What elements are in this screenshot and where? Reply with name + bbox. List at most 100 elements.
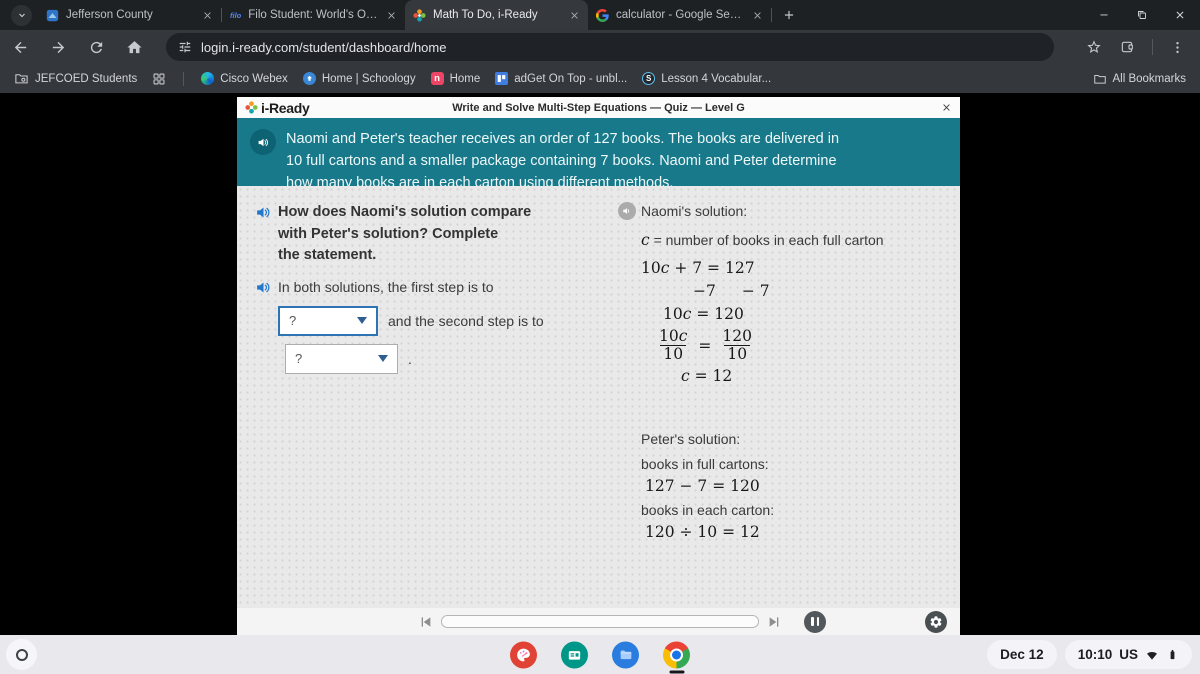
- files-app-button[interactable]: [612, 641, 639, 668]
- definition-text: = number of books in each full carton: [649, 232, 884, 248]
- problem-line: 10 full cartons and a smaller package co…: [286, 153, 837, 169]
- status-tray: Dec 12 10:10 US: [987, 640, 1192, 669]
- launcher-button[interactable]: [6, 639, 37, 670]
- forward-button[interactable]: [50, 39, 67, 56]
- iready-logo: i-Ready: [245, 99, 310, 116]
- bookmark-star-icon[interactable]: [1086, 39, 1102, 55]
- close-icon: [943, 104, 950, 111]
- tab-filo-student[interactable]: filo Filo Student: World's Only Live: [222, 0, 405, 30]
- bookmark-label: adGet On Top - unbl...: [514, 72, 628, 85]
- launcher-ring-icon: [15, 648, 28, 661]
- equation-line-4: 10c 10 = 120 10: [641, 327, 953, 364]
- tab-calculator-google[interactable]: calculator - Google Search: [588, 0, 771, 30]
- tab-title: calculator - Google Search: [616, 9, 745, 21]
- iready-frame: i-Ready Write and Solve Multi-Step Equat…: [237, 97, 960, 635]
- gear-icon: [930, 615, 942, 628]
- equals-sign: =: [698, 336, 712, 355]
- all-bookmarks-button[interactable]: All Bookmarks: [1093, 72, 1186, 86]
- naomi-audio-button[interactable]: [618, 202, 636, 220]
- canvas-app-button[interactable]: [510, 641, 537, 668]
- bookmark-cisco-webex[interactable]: Cisco Webex: [201, 72, 288, 85]
- s-circle-icon: S: [642, 72, 656, 85]
- stem-audio-button[interactable]: [255, 279, 272, 297]
- bookmark-adget[interactable]: adGet On Top - unbl...: [495, 72, 627, 85]
- progress-track[interactable]: [441, 615, 759, 628]
- question-prompt: How does Naomi's solution compare with P…: [278, 202, 531, 267]
- quiz-close-button[interactable]: [941, 102, 952, 113]
- skip-forward-button[interactable]: [767, 614, 783, 630]
- fraction-left: 10c 10: [659, 327, 688, 364]
- screen: Jefferson County filo Filo Student: Worl…: [0, 0, 1200, 674]
- new-tab-button[interactable]: [782, 8, 796, 22]
- lesson-player-bar: [237, 608, 960, 635]
- keyboard-region-text: US: [1119, 647, 1138, 662]
- restore-icon[interactable]: [1136, 9, 1148, 21]
- dropdown-row-1: ? and the second step is to: [278, 305, 605, 336]
- tab-close-icon[interactable]: [202, 10, 213, 21]
- answer-dropdown-2[interactable]: ?: [285, 343, 398, 374]
- speaker-icon: [257, 207, 270, 218]
- iready-header: i-Ready Write and Solve Multi-Step Equat…: [237, 97, 960, 118]
- tab-search-button[interactable]: [11, 4, 32, 26]
- reload-button[interactable]: [88, 39, 105, 56]
- tab-math-todo-iready[interactable]: Math To Do, i-Ready: [405, 0, 588, 30]
- extensions-icon[interactable]: [1119, 39, 1135, 55]
- quiz-title: Write and Solve Multi-Step Equations — Q…: [452, 101, 745, 114]
- back-button[interactable]: [12, 39, 29, 56]
- home-button[interactable]: [126, 39, 143, 56]
- problem-line: Naomi and Peter's teacher receives an or…: [286, 131, 840, 147]
- chrome-app-button[interactable]: [663, 641, 690, 673]
- connector-text: and the second step is to: [388, 312, 544, 329]
- question-prompt-row: How does Naomi's solution compare with P…: [255, 202, 605, 267]
- player-settings-button[interactable]: [925, 610, 947, 633]
- tab-close-icon[interactable]: [752, 10, 763, 21]
- speaker-icon: [623, 208, 630, 214]
- chevron-down-icon: [378, 355, 388, 362]
- filo-favicon: filo: [230, 10, 242, 20]
- equation-line-5: c = 12: [681, 367, 733, 386]
- bookmarks-separator: [183, 71, 185, 86]
- skip-back-button[interactable]: [417, 614, 433, 630]
- forward-icon: [52, 41, 65, 53]
- bookmark-home-schoology[interactable]: Home | Schoology: [302, 72, 416, 85]
- shelf-app-icons: [510, 641, 690, 673]
- equation-line-2: −7− 7: [693, 282, 770, 300]
- reload-icon: [90, 41, 103, 53]
- tab-close-icon[interactable]: [386, 10, 397, 21]
- pause-button[interactable]: [804, 610, 826, 633]
- bookmark-label: Lesson 4 Vocabular...: [661, 72, 772, 85]
- prompt-line: the statement.: [278, 247, 377, 263]
- tab-close-icon[interactable]: [569, 10, 580, 21]
- iready-brand-text: i-Ready: [261, 99, 310, 116]
- dropdown-row-2: ? .: [285, 343, 605, 374]
- n-icon: n: [430, 72, 444, 85]
- close-icon[interactable]: [1174, 9, 1186, 21]
- bookmark-home[interactable]: n Home: [430, 72, 481, 85]
- battery-icon: [1170, 650, 1175, 660]
- date-pill[interactable]: Dec 12: [987, 640, 1057, 669]
- tab-jefferson-county[interactable]: Jefferson County: [38, 0, 221, 30]
- minimize-icon[interactable]: [1098, 9, 1110, 21]
- browser-toolbar: login.i-ready.com/student/dashboard/home: [0, 30, 1200, 64]
- banner-audio-button[interactable]: [250, 129, 276, 155]
- bookmark-label: Home: [449, 72, 481, 85]
- address-bar[interactable]: login.i-ready.com/student/dashboard/home: [166, 33, 1054, 61]
- dropdown-value: ?: [289, 313, 297, 328]
- peter-label-2: books in each carton:: [641, 502, 775, 519]
- pause-bar: [811, 617, 814, 626]
- site-settings-icon[interactable]: [178, 40, 192, 54]
- speaker-icon: [257, 282, 270, 292]
- answer-dropdown-1[interactable]: ?: [278, 305, 378, 336]
- apps-grid-icon[interactable]: [152, 72, 166, 86]
- peter-heading: Peter's solution:: [641, 431, 741, 448]
- bookmark-lesson4-vocab[interactable]: S Lesson 4 Vocabular...: [642, 72, 771, 85]
- chrome-logo-icon: [663, 641, 690, 668]
- plus-icon: [784, 10, 794, 20]
- menu-kebab-icon[interactable]: [1170, 40, 1185, 55]
- peter-label-1: books in full cartons:: [641, 456, 769, 473]
- bookmark-folder-jefcoed[interactable]: JEFCOED Students: [14, 71, 137, 86]
- system-tray-pill[interactable]: 10:10 US: [1064, 640, 1192, 669]
- prompt-audio-button[interactable]: [255, 204, 272, 267]
- screencast-app-button[interactable]: [561, 641, 588, 668]
- skip-back-icon: [421, 616, 431, 627]
